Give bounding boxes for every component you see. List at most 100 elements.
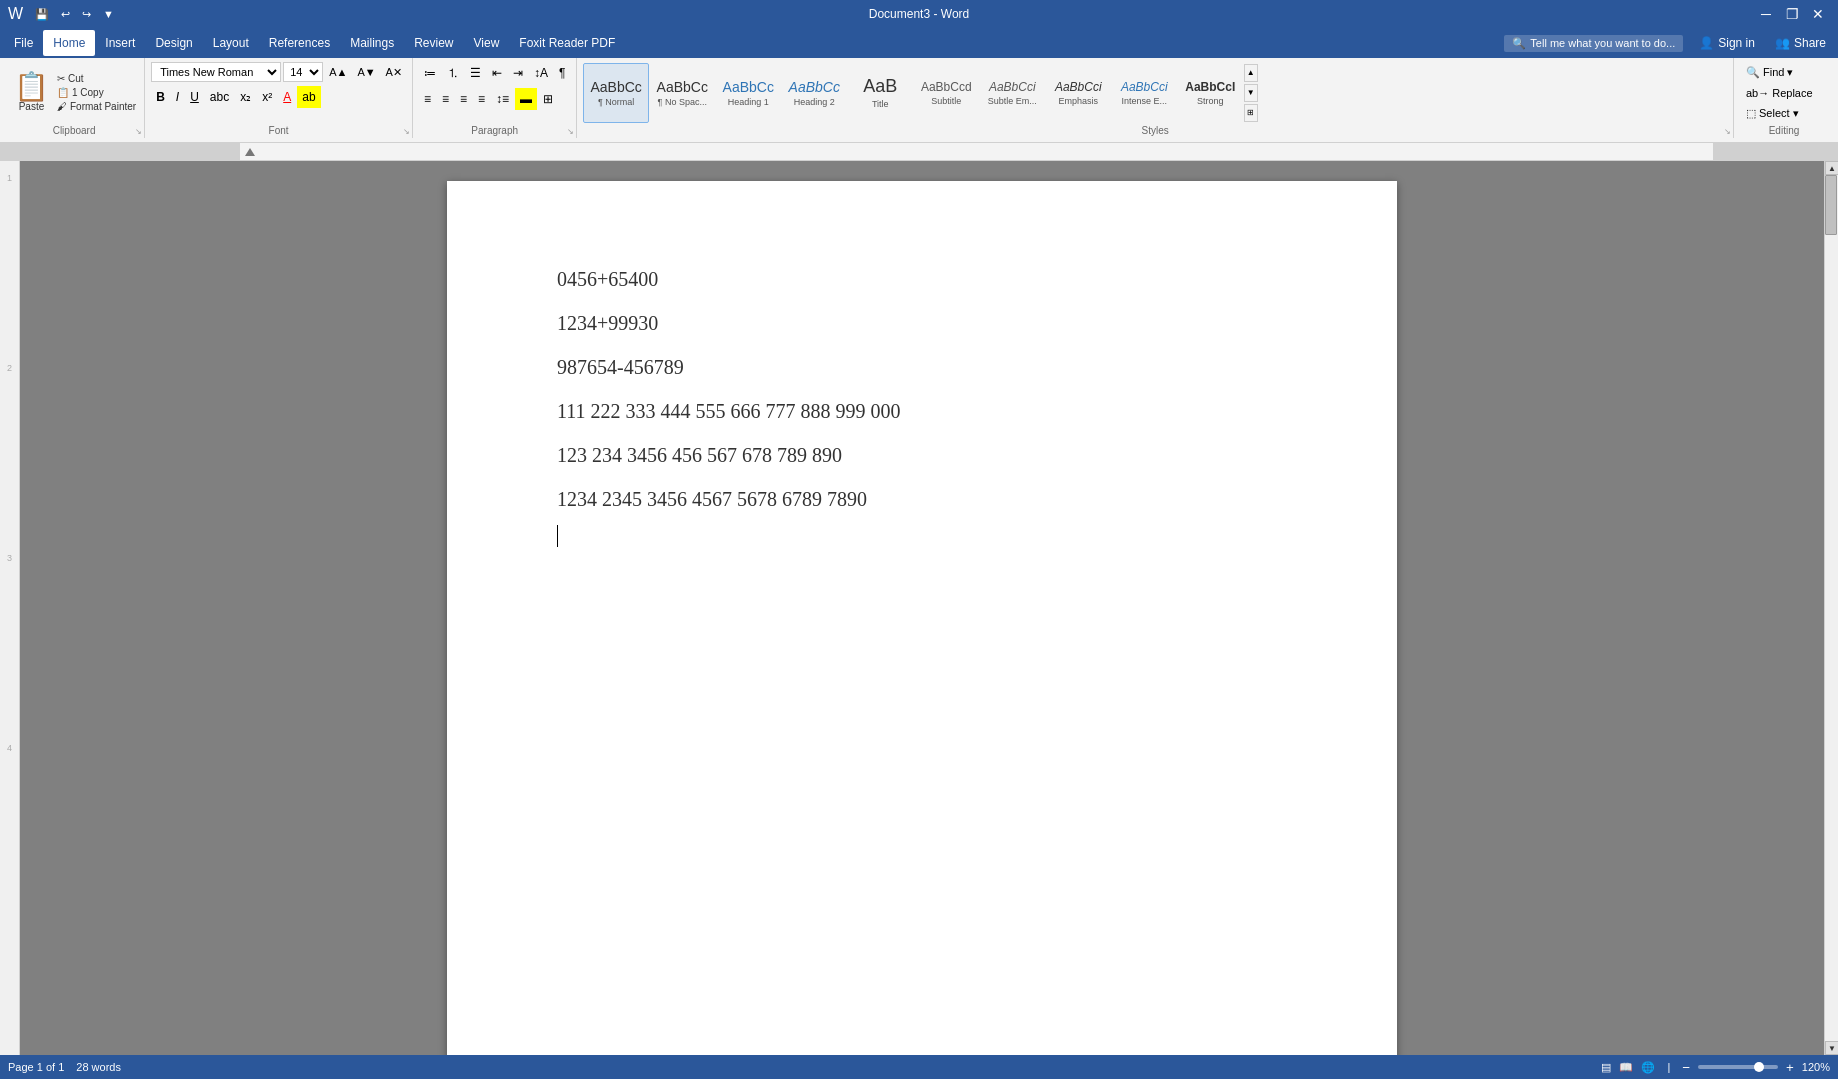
menu-item-review[interactable]: Review [404,30,463,56]
minimize-button[interactable]: ─ [1754,2,1778,26]
align-center-button[interactable]: ≡ [437,88,454,110]
superscript-button[interactable]: x² [257,86,277,108]
view-web[interactable]: 🌐 [1641,1061,1655,1074]
text-color-button[interactable]: A [278,86,296,108]
style-title[interactable]: AaB Title [848,63,913,123]
zoom-slider[interactable] [1698,1065,1778,1069]
paragraph-expand-icon[interactable]: ↘ [567,127,574,136]
clear-formatting-button[interactable]: A✕ [382,62,406,82]
vertical-scrollbar[interactable]: ▲ ▼ [1824,161,1838,1055]
menu-item-layout[interactable]: Layout [203,30,259,56]
signin-button[interactable]: 👤 Sign in [1691,34,1763,52]
styles-more-button[interactable]: ⊞ [1244,104,1258,122]
doc-line-5[interactable]: 123 234 3456 456 567 678 789 890 [557,437,1287,473]
style-intense-em[interactable]: AaBbCci Intense E... [1112,63,1177,123]
menu-item-insert[interactable]: Insert [95,30,145,56]
scroll-up-button[interactable]: ▲ [1825,161,1838,175]
font-expand-icon[interactable]: ↘ [403,127,410,136]
line-spacing-button[interactable]: ↕≡ [491,88,514,110]
font-label: Font [151,123,406,136]
doc-line-1[interactable]: 0456+65400 [557,261,1287,297]
multilevel-button[interactable]: ☰ [465,62,486,84]
style-strong[interactable]: AaBbCcI Strong [1178,63,1243,123]
borders-button[interactable]: ⊞ [538,88,558,110]
styles-scroll-up[interactable]: ▲ [1244,64,1258,82]
share-button[interactable]: 👥 Share [1767,34,1834,52]
bold-button[interactable]: B [151,86,170,108]
restore-button[interactable]: ❐ [1780,2,1804,26]
menu-item-foxit[interactable]: Foxit Reader PDF [509,30,625,56]
copy-button[interactable]: 📋 1 Copy [55,86,138,99]
document-content[interactable]: 0456+65400 1234+99930 987654-456789 111 … [557,261,1287,547]
italic-button[interactable]: I [171,86,184,108]
underline-button[interactable]: U [185,86,204,108]
undo-button[interactable]: ↩ [57,6,74,23]
doc-line-7[interactable] [557,525,1287,547]
font-grow-button[interactable]: A▲ [325,62,351,82]
style-subtle-em-preview: AaBbCci [989,80,1036,94]
highlight-button[interactable]: ab [297,86,320,108]
show-formatting-button[interactable]: ¶ [554,62,570,84]
save-button[interactable]: 💾 [31,6,53,23]
clipboard-expand-icon[interactable]: ↘ [135,127,142,136]
style-subtitle[interactable]: AaBbCcd Subtitle [914,63,979,123]
increase-indent-button[interactable]: ⇥ [508,62,528,84]
menu-item-file[interactable]: File [4,30,43,56]
numbering-button[interactable]: ⒈ [442,62,464,84]
align-right-button[interactable]: ≡ [455,88,472,110]
style-no-spacing[interactable]: AaBbCc ¶ No Spac... [650,63,715,123]
close-button[interactable]: ✕ [1806,2,1830,26]
bullets-button[interactable]: ≔ [419,62,441,84]
styles-scroll-down[interactable]: ▼ [1244,84,1258,102]
menu-item-mailings[interactable]: Mailings [340,30,404,56]
justify-button[interactable]: ≡ [473,88,490,110]
style-normal[interactable]: AaBbCc ¶ Normal [583,63,648,123]
doc-line-4[interactable]: 111 222 333 444 555 666 777 888 999 000 [557,393,1287,429]
ruler-content[interactable] [240,143,1713,160]
align-left-button[interactable]: ≡ [419,88,436,110]
zoom-out-button[interactable]: − [1682,1060,1690,1075]
subscript-button[interactable]: x₂ [235,86,256,108]
menu-item-home[interactable]: Home [43,30,95,56]
zoom-in-button[interactable]: + [1786,1060,1794,1075]
search-placeholder: Tell me what you want to do... [1530,37,1675,49]
style-heading1[interactable]: AaBbCc Heading 1 [716,63,781,123]
ribbon-group-paragraph: ≔ ⒈ ☰ ⇤ ⇥ ↕A ¶ ≡ ≡ ≡ ≡ ↕≡ ▬ ⊞ [413,58,577,138]
paste-button[interactable]: 📋 Paste [10,71,53,114]
font-name-select[interactable]: Times New Roman [151,62,281,82]
menu-item-references[interactable]: References [259,30,340,56]
doc-line-3[interactable]: 987654-456789 [557,349,1287,385]
view-print-layout[interactable]: ▤ [1601,1061,1611,1074]
style-subtle-em[interactable]: AaBbCci Subtle Em... [980,63,1045,123]
menu-bar: File Home Insert Design Layout Reference… [0,28,1838,58]
customize-qat-button[interactable]: ▼ [99,6,118,22]
styles-expand-icon[interactable]: ↘ [1724,127,1731,136]
sort-button[interactable]: ↕A [529,62,553,84]
style-emphasis[interactable]: AaBbCci Emphasis [1046,63,1111,123]
document-page[interactable]: 0456+65400 1234+99930 987654-456789 111 … [447,181,1397,1055]
shading-button[interactable]: ▬ [515,88,537,110]
scroll-down-button[interactable]: ▼ [1825,1041,1838,1055]
format-painter-button[interactable]: 🖌 Format Painter [55,100,138,113]
doc-line-2[interactable]: 1234+99930 [557,305,1287,341]
cut-button[interactable]: ✂ Cut [55,72,138,85]
doc-line-6[interactable]: 1234 2345 3456 4567 5678 6789 7890 [557,481,1287,517]
menu-item-view[interactable]: View [464,30,510,56]
select-button[interactable]: ⬚ Select ▾ [1740,105,1819,122]
scroll-track[interactable] [1825,175,1838,1041]
menu-item-design[interactable]: Design [145,30,202,56]
zoom-level[interactable]: 120% [1802,1061,1830,1073]
font-shrink-button[interactable]: A▼ [353,62,379,82]
view-read-mode[interactable]: 📖 [1619,1061,1633,1074]
tell-me-search[interactable]: 🔍 Tell me what you want to do... [1504,35,1683,52]
strikethrough-button[interactable]: abc [205,86,234,108]
document-canvas[interactable]: 0456+65400 1234+99930 987654-456789 111 … [20,161,1824,1055]
decrease-indent-button[interactable]: ⇤ [487,62,507,84]
scroll-thumb[interactable] [1825,175,1837,235]
redo-button[interactable]: ↪ [78,6,95,23]
replace-button[interactable]: ab→ Replace [1740,85,1819,101]
find-button[interactable]: 🔍 Find ▾ [1740,64,1819,81]
font-size-select[interactable]: 14 [283,62,323,82]
ribbon-group-styles: AaBbCc ¶ Normal AaBbCc ¶ No Spac... AaBb… [577,58,1734,138]
style-heading2[interactable]: AaBbCc Heading 2 [782,63,847,123]
